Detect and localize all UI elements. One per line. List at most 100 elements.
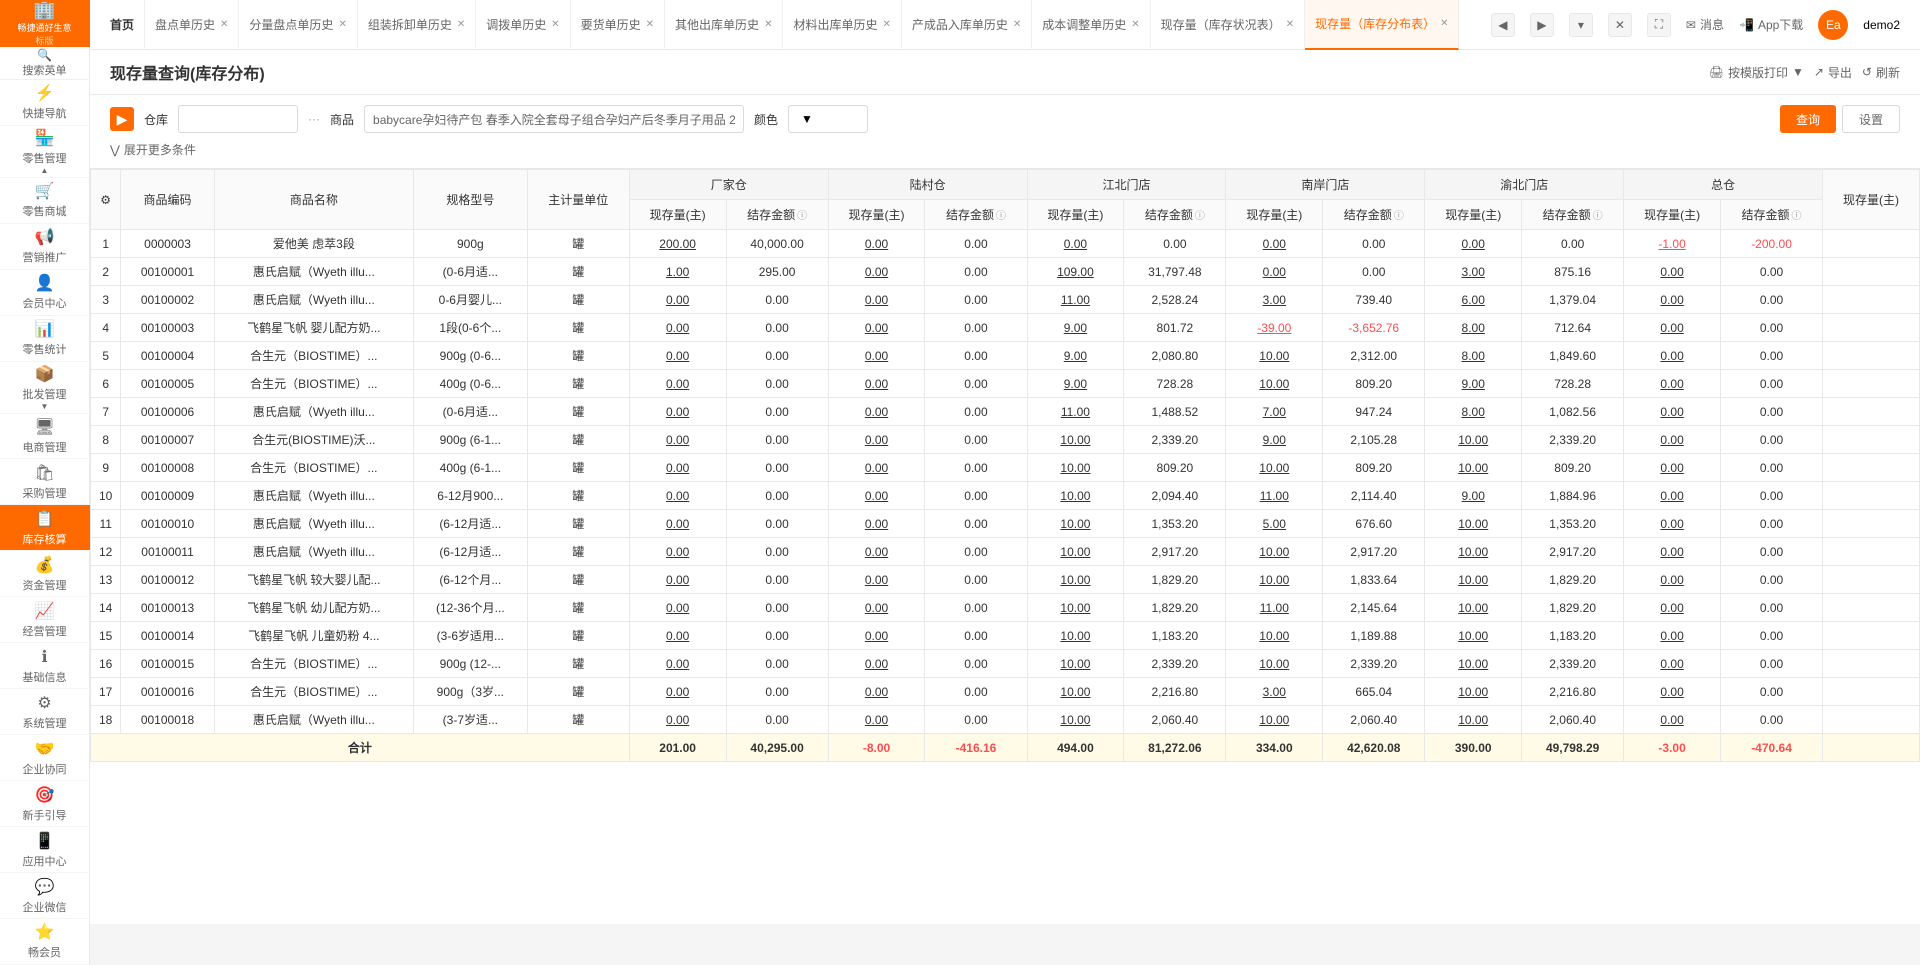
tab-menu-button[interactable]: ▾ (1569, 13, 1593, 37)
table-cell[interactable]: 0.00 (629, 706, 726, 734)
table-cell[interactable]: 0.00 (629, 678, 726, 706)
table-cell[interactable]: 10.00 (1027, 594, 1124, 622)
table-cell[interactable]: 0.00 (828, 594, 925, 622)
table-cell[interactable]: 1.00 (629, 258, 726, 286)
table-cell[interactable]: 0.00 (629, 426, 726, 454)
table-cell[interactable]: 8.00 (1425, 314, 1522, 342)
tab-costadjust[interactable]: 成本调整单历史 ✕ (1032, 0, 1150, 50)
table-cell[interactable]: 0.00 (828, 286, 925, 314)
table-cell[interactable]: 0.00 (828, 342, 925, 370)
sidebar-item-member2[interactable]: ⭐ 畅会员 (0, 919, 90, 965)
table-cell[interactable]: 0.00 (1624, 622, 1721, 650)
table-cell[interactable]: 0.00 (1624, 426, 1721, 454)
table-cell[interactable]: 0.00 (629, 314, 726, 342)
table-cell[interactable]: 5.00 (1226, 510, 1323, 538)
sidebar-item-wholesale[interactable]: 📦 批发管理 ▼ (0, 362, 90, 414)
table-cell[interactable]: 10.00 (1425, 678, 1522, 706)
tab-stocktake2-close[interactable]: ✕ (338, 19, 346, 30)
sidebar-item-quicknav[interactable]: ⚡ 快捷导航 (0, 80, 90, 126)
tot-amt-info-icon[interactable]: ⓘ (1792, 211, 1802, 222)
table-cell[interactable]: 0.00 (1624, 398, 1721, 426)
message-button[interactable]: ✉ 消息 (1686, 16, 1724, 33)
table-cell[interactable]: 0.00 (828, 230, 925, 258)
table-cell[interactable]: 0.00 (629, 622, 726, 650)
tab-transfer-close[interactable]: ✕ (551, 19, 559, 30)
sidebar-item-ecommerce[interactable]: 🖥 电商管理 (0, 414, 90, 460)
sidebar-item-guide[interactable]: 🎯 新手引导 (0, 781, 90, 827)
table-cell[interactable]: 0.00 (1624, 370, 1721, 398)
table-cell[interactable]: 0.00 (828, 314, 925, 342)
table-cell[interactable]: 9.00 (1425, 482, 1522, 510)
table-cell[interactable]: 0.00 (828, 706, 925, 734)
table-cell[interactable]: 0.00 (828, 370, 925, 398)
table-cell[interactable]: 0.00 (1624, 566, 1721, 594)
tab-stocktake2[interactable]: 分量盘点单历史 ✕ (239, 0, 357, 50)
tab-productin[interactable]: 产成品入库单历史 ✕ (902, 0, 1032, 50)
c3-amt-info-icon[interactable]: ⓘ (1195, 211, 1205, 222)
tab-materialout-close[interactable]: ✕ (882, 19, 890, 30)
table-cell[interactable]: 0.00 (828, 678, 925, 706)
sidebar-item-system[interactable]: ⚙ 系统管理 (0, 689, 90, 735)
table-cell[interactable]: 10.00 (1425, 706, 1522, 734)
table-cell[interactable]: 10.00 (1226, 342, 1323, 370)
table-cell[interactable]: 0.00 (629, 342, 726, 370)
table-cell[interactable]: 0.00 (629, 454, 726, 482)
table-cell[interactable]: 10.00 (1425, 622, 1522, 650)
sidebar-item-inventory[interactable]: 📋 库存核算 (0, 505, 90, 551)
table-cell[interactable]: 8.00 (1425, 398, 1522, 426)
table-cell[interactable]: 0.00 (629, 594, 726, 622)
table-cell[interactable]: 0.00 (629, 482, 726, 510)
table-cell[interactable]: 3.00 (1425, 258, 1522, 286)
tab-materialout[interactable]: 材料出库单历史 ✕ (783, 0, 901, 50)
table-cell[interactable]: 0.00 (828, 510, 925, 538)
table-cell[interactable]: 6.00 (1425, 286, 1522, 314)
tab-stock2-close[interactable]: ✕ (1440, 18, 1448, 29)
table-cell[interactable]: 10.00 (1425, 566, 1522, 594)
table-cell[interactable]: 10.00 (1027, 510, 1124, 538)
table-cell[interactable]: 10.00 (1226, 370, 1323, 398)
sidebar-item-appcenter[interactable]: 📱 应用中心 (0, 827, 90, 873)
filter-expand-button[interactable]: ▶ (110, 107, 134, 131)
table-cell[interactable]: 10.00 (1425, 510, 1522, 538)
table-cell[interactable]: 9.00 (1027, 342, 1124, 370)
table-cell[interactable]: 10.00 (1027, 622, 1124, 650)
table-cell[interactable]: 7.00 (1226, 398, 1323, 426)
table-cell[interactable]: 0.00 (1624, 342, 1721, 370)
table-cell[interactable]: 9.00 (1027, 314, 1124, 342)
table-cell[interactable]: 0.00 (1624, 314, 1721, 342)
tab-otherout-close[interactable]: ✕ (764, 19, 772, 30)
table-cell[interactable]: 10.00 (1226, 538, 1323, 566)
table-cell[interactable]: 0.00 (629, 286, 726, 314)
query-button[interactable]: 查询 (1780, 105, 1836, 133)
table-cell[interactable]: 0.00 (828, 426, 925, 454)
tab-stocktake-close[interactable]: ✕ (220, 19, 228, 30)
table-cell[interactable]: 0.00 (1027, 230, 1124, 258)
tab-productin-close[interactable]: ✕ (1013, 19, 1021, 30)
table-cell[interactable]: 0.00 (629, 398, 726, 426)
table-cell[interactable]: 0.00 (1624, 706, 1721, 734)
sidebar-item-enterprise[interactable]: 🤝 企业协同 (0, 735, 90, 781)
table-cell[interactable]: 0.00 (1226, 258, 1323, 286)
sidebar-item-finance[interactable]: 💰 资金管理 (0, 551, 90, 597)
c2-amt-info-icon[interactable]: ⓘ (996, 211, 1006, 222)
table-cell[interactable]: 10.00 (1425, 454, 1522, 482)
table-cell[interactable]: 0.00 (629, 370, 726, 398)
print-button[interactable]: 🖨 按模版打印 ▼ (1709, 64, 1804, 81)
table-cell[interactable]: 0.00 (629, 650, 726, 678)
table-cell[interactable]: 10.00 (1425, 538, 1522, 566)
table-cell[interactable]: 10.00 (1027, 706, 1124, 734)
color-dropdown[interactable]: ▼ (788, 105, 868, 133)
export-button[interactable]: ↗ 导出 (1814, 64, 1852, 81)
c5-amt-info-icon[interactable]: ⓘ (1593, 211, 1603, 222)
product-input[interactable] (364, 105, 744, 133)
sidebar-logo[interactable]: 🏢 畅捷通好生意 标版 (0, 0, 90, 47)
table-cell[interactable]: -1.00 (1624, 230, 1721, 258)
table-cell[interactable]: 0.00 (1624, 258, 1721, 286)
table-cell[interactable]: 0.00 (828, 622, 925, 650)
table-cell[interactable]: 0.00 (1624, 510, 1721, 538)
tab-stock1[interactable]: 现存量（库存状况表） ✕ (1151, 0, 1305, 50)
table-cell[interactable]: 10.00 (1027, 426, 1124, 454)
sidebar-item-basic[interactable]: ℹ 基础信息 (0, 643, 90, 689)
table-cell[interactable]: 10.00 (1027, 538, 1124, 566)
table-cell[interactable]: 200.00 (629, 230, 726, 258)
